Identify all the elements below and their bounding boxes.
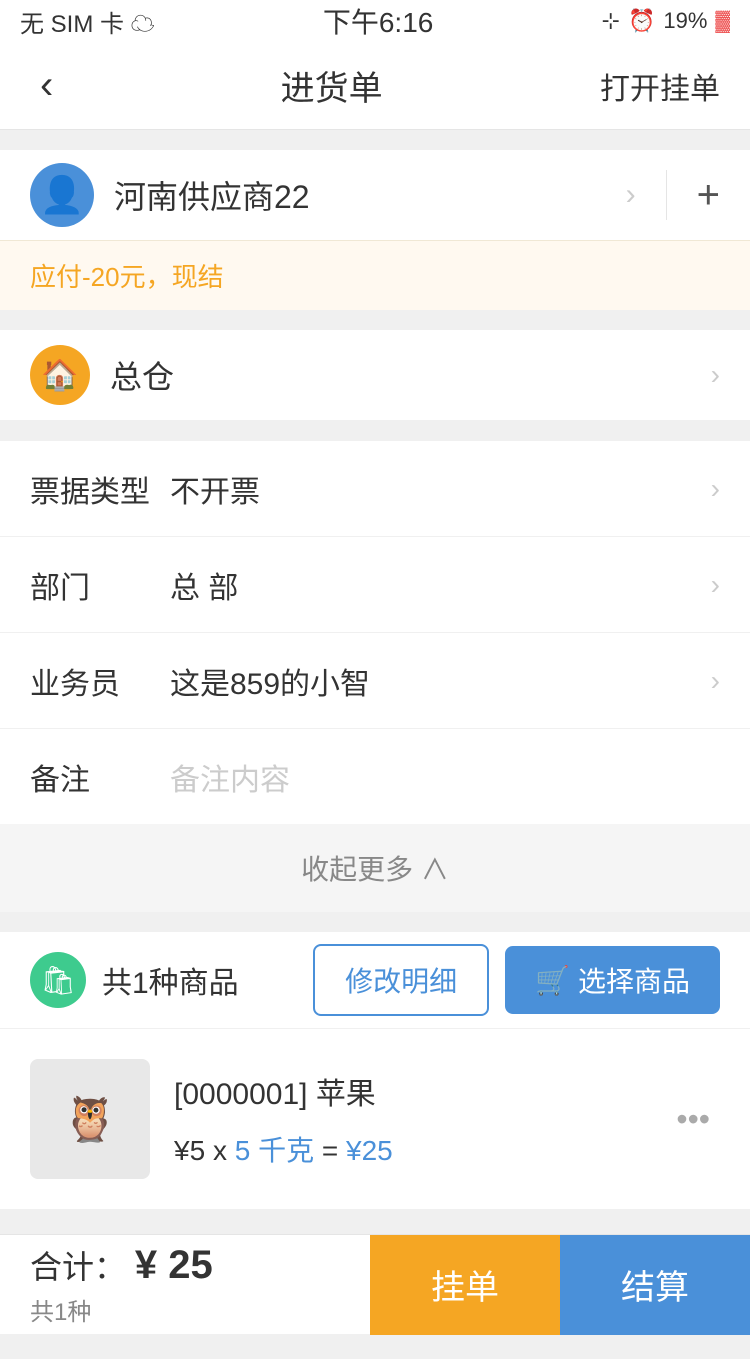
settle-button[interactable]: 结算 <box>560 1235 750 1335</box>
status-time: 下午6:16 <box>323 1 434 41</box>
quantity: 5 <box>235 1135 251 1166</box>
supplier-notice: 应付-20元，现结 <box>0 240 750 310</box>
add-supplier-button[interactable]: + <box>666 170 720 220</box>
owl-icon: 🦉 <box>63 1093 118 1145</box>
supplier-avatar: 👤 <box>30 163 94 227</box>
total-area: 合计： ¥ 25 共1种 <box>0 1242 370 1327</box>
status-left: 无 SIM 卡 ☁ <box>20 4 155 39</box>
warehouse-icon: 🏠 <box>41 358 78 393</box>
department-value: 总 部 <box>170 563 711 607</box>
alarm-icon: ⏰ <box>628 8 655 34</box>
product-item: 🦉 [0000001] 苹果 ¥5 x 5 千克 = ¥25 ••• <box>0 1028 750 1209</box>
form-row-salesman[interactable]: 业务员 这是859的小智 › <box>0 632 750 728</box>
battery-level: 19% <box>663 8 707 34</box>
supplier-section: 👤 河南供应商22 › + 应付-20元，现结 <box>0 150 750 310</box>
invoice-chevron-icon: › <box>711 473 720 505</box>
department-chevron-icon: › <box>711 569 720 601</box>
invoice-value: 不开票 <box>170 467 711 511</box>
invoice-label: 票据类型 <box>30 467 170 511</box>
total-count: 共1种 <box>30 1292 340 1327</box>
department-label: 部门 <box>30 563 170 607</box>
back-button[interactable]: ‹ <box>30 53 63 118</box>
salesman-value: 这是859的小智 <box>170 659 711 703</box>
product-info: [0000001] 苹果 ¥5 x 5 千克 = ¥25 <box>174 1069 642 1169</box>
sim-status: 无 SIM 卡 ☁ <box>20 4 155 39</box>
hang-order-button[interactable]: 挂单 <box>370 1235 560 1335</box>
total-price: ¥25 <box>346 1135 393 1166</box>
remark-label: 备注 <box>30 755 170 799</box>
form-section: 票据类型 不开票 › 部门 总 部 › 业务员 这是859的小智 › 备注 备注… <box>0 440 750 824</box>
battery-icon: ▓ <box>715 10 730 33</box>
product-icon-wrap: 🛍 <box>30 952 86 1008</box>
location-icon: ⊹ <box>602 8 620 34</box>
gap-1 <box>0 130 750 150</box>
nav-bar: ‹ 进货单 打开挂单 <box>0 42 750 130</box>
warehouse-row[interactable]: 🏠 总仓 › <box>0 330 750 420</box>
price-x: x <box>213 1135 235 1166</box>
status-bar: 无 SIM 卡 ☁ 下午6:16 ⊹ ⏰ 19% ▓ <box>0 0 750 42</box>
product-thumbnail: 🦉 <box>30 1059 150 1179</box>
supplier-avatar-icon: 👤 <box>40 174 85 216</box>
total-label: 合计： <box>30 1249 126 1285</box>
cart-icon: 🛒 <box>535 964 570 997</box>
bottom-toolbar: 合计： ¥ 25 共1种 挂单 结算 <box>0 1234 750 1334</box>
product-more-button[interactable]: ••• <box>666 1091 720 1148</box>
warehouse-chevron-icon: › <box>711 359 720 391</box>
form-row-department[interactable]: 部门 总 部 › <box>0 536 750 632</box>
salesman-chevron-icon: › <box>711 665 720 697</box>
status-right: ⊹ ⏰ 19% ▓ <box>602 8 730 34</box>
supplier-name: 河南供应商22 <box>114 172 626 218</box>
page-title: 进货单 <box>281 61 383 110</box>
open-pending-button[interactable]: 打开挂单 <box>600 64 720 108</box>
unit-price: ¥5 <box>174 1135 205 1166</box>
supplier-row[interactable]: 👤 河南供应商22 › + <box>0 150 750 240</box>
product-title: 苹果 <box>316 1078 376 1111</box>
warehouse-icon-wrap: 🏠 <box>30 345 90 405</box>
total-amount: ¥ 25 <box>135 1243 213 1287</box>
gap-2 <box>0 310 750 330</box>
equals-sign: = <box>322 1135 346 1166</box>
product-price-row: ¥5 x 5 千克 = ¥25 <box>174 1129 642 1169</box>
form-row-remark[interactable]: 备注 备注内容 <box>0 728 750 824</box>
salesman-label: 业务员 <box>30 659 170 703</box>
total-main-row: 合计： ¥ 25 <box>30 1242 340 1288</box>
select-product-label: 选择商品 <box>578 960 690 1000</box>
gap-4 <box>0 912 750 932</box>
unit: 千克 <box>258 1135 314 1166</box>
select-product-button[interactable]: 🛒 选择商品 <box>505 946 720 1014</box>
edit-detail-button[interactable]: 修改明细 <box>313 944 489 1016</box>
remark-input[interactable]: 备注内容 <box>170 755 720 799</box>
product-count-label: 共1种商品 <box>102 958 313 1002</box>
product-header: 🛍 共1种商品 修改明细 🛒 选择商品 <box>0 932 750 1028</box>
product-name: [0000001] 苹果 <box>174 1069 642 1113</box>
product-code: [0000001] <box>174 1078 307 1111</box>
form-row-invoice[interactable]: 票据类型 不开票 › <box>0 440 750 536</box>
supplier-chevron-icon: › <box>626 178 636 212</box>
collapse-toggle[interactable]: 收起更多 ∧ <box>0 824 750 912</box>
gap-3 <box>0 420 750 440</box>
product-bag-icon: 🛍 <box>40 964 76 997</box>
warehouse-label: 总仓 <box>110 352 711 398</box>
warehouse-section: 🏠 总仓 › <box>0 330 750 420</box>
product-section: 🛍 共1种商品 修改明细 🛒 选择商品 🦉 [0000001] 苹果 ¥5 <box>0 932 750 1209</box>
